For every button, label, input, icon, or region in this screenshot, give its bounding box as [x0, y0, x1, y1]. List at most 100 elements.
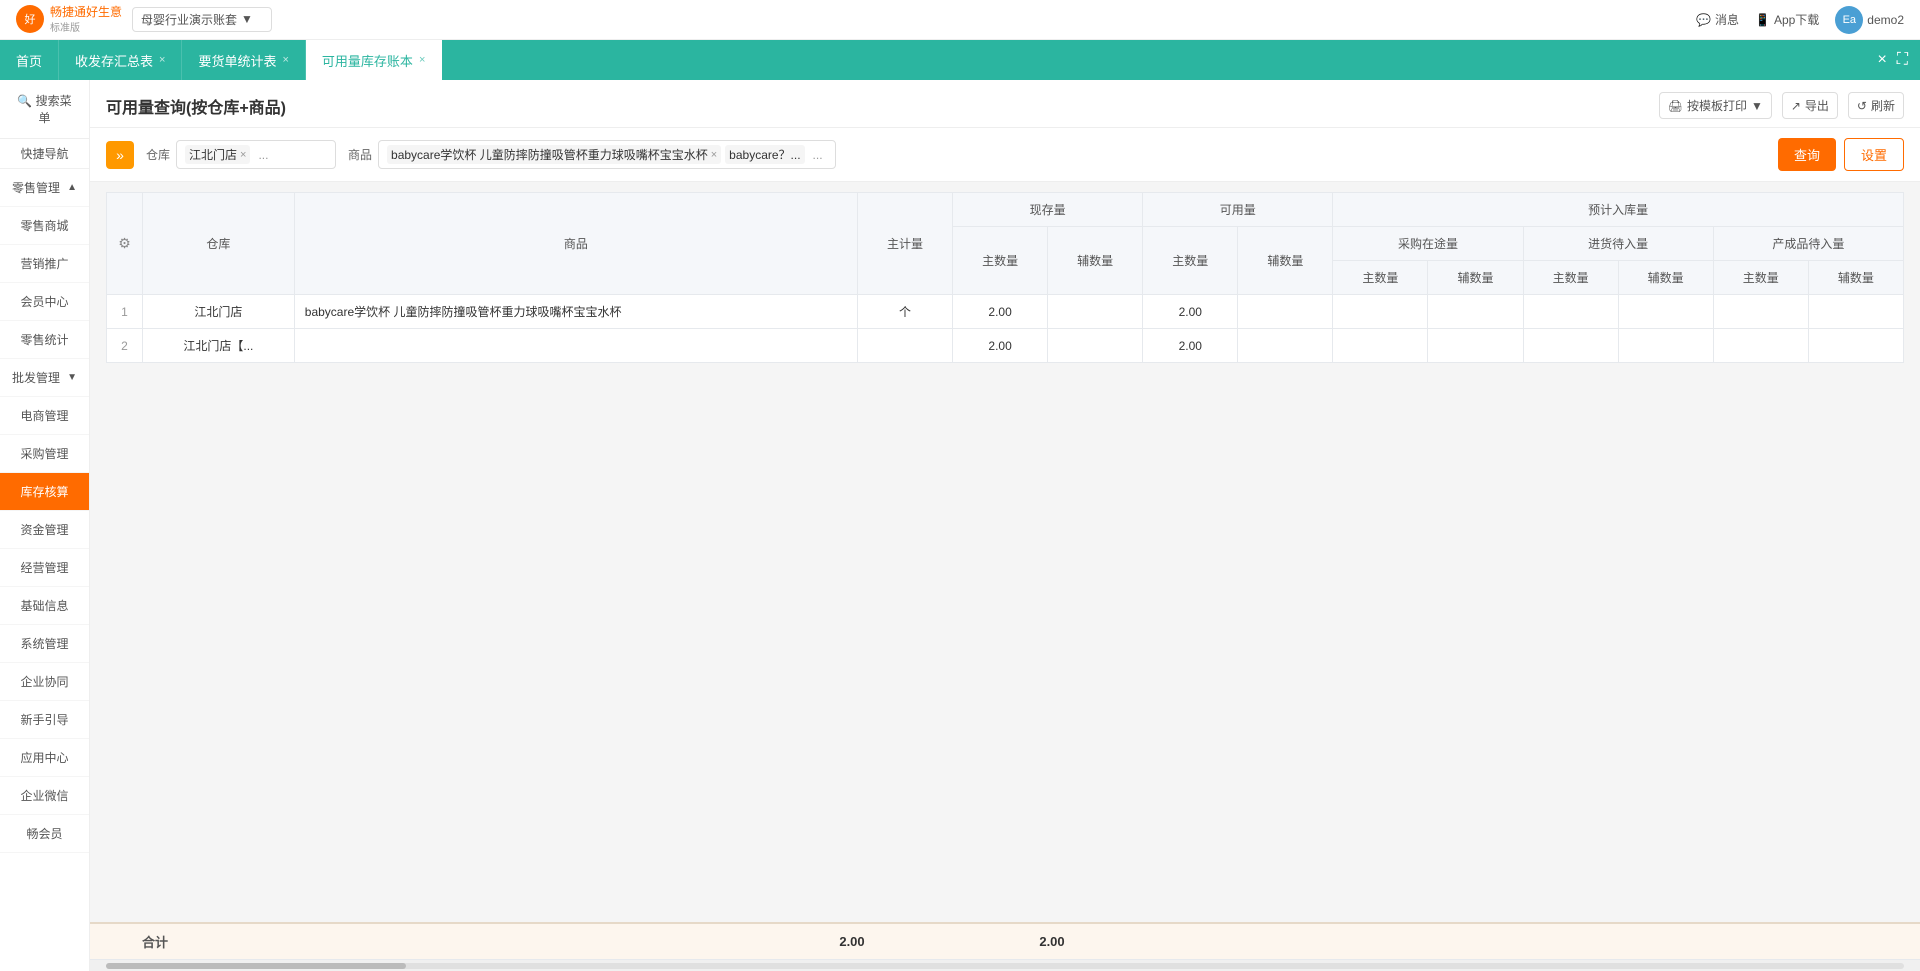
sidebar-item-lingxiao[interactable]: 零售管理 ▲	[0, 169, 89, 207]
search-menu-button[interactable]: 🔍 搜索菜单	[8, 88, 81, 130]
tab-kuyun-label: 可用量库存账本	[322, 51, 413, 70]
message-button[interactable]: 💬 消息	[1696, 11, 1739, 28]
col-unit-header: 主计量	[857, 193, 952, 295]
refresh-icon: ↺	[1857, 99, 1867, 113]
sidebar-item-basic[interactable]: 基础信息	[0, 587, 89, 625]
export-button[interactable]: ↗ 导出	[1782, 92, 1838, 119]
sidebar-item-marketing[interactable]: 营销推广	[0, 245, 89, 283]
warehouse-tag: 江北门店 ×	[185, 145, 250, 164]
sidebar-item-appstore[interactable]: 应用中心	[0, 739, 89, 777]
home-tab-label: 首页	[16, 51, 42, 70]
tab-shofazun[interactable]: 收发存汇总表 ×	[59, 40, 182, 80]
print-icon: 🖨	[1668, 99, 1683, 113]
settings-button[interactable]: 设置	[1844, 138, 1904, 171]
refresh-button[interactable]: ↺ 刷新	[1848, 92, 1904, 119]
quick-nav-button[interactable]: 快捷导航	[0, 139, 89, 169]
sidebar-retail-stats-label: 零售统计	[20, 331, 68, 348]
col-product-header: 商品	[294, 193, 857, 295]
product-filter-label: 商品	[348, 146, 372, 163]
sidebar-item-mall[interactable]: 零售商城	[0, 207, 89, 245]
sidebar-item-inventory[interactable]: 库存核算	[0, 473, 89, 511]
message-icon: 💬	[1696, 13, 1711, 27]
row-num: 1	[107, 295, 143, 329]
sidebar-item-corpwechat[interactable]: 企业微信	[0, 777, 89, 815]
row-avail-aux	[1238, 329, 1333, 363]
sidebar-item-enterprise[interactable]: 企业协同	[0, 663, 89, 701]
print-button[interactable]: 🖨 按模板打印 ▼	[1659, 92, 1772, 119]
table-body: 1 江北门店 babycare学饮杯 儿童防摔防撞吸管杯重力球吸嘴杯宝宝水杯 个…	[107, 295, 1904, 363]
user-area[interactable]: Ea demo2	[1835, 6, 1904, 34]
download-label: App下载	[1774, 11, 1819, 28]
print-chevron: ▼	[1751, 99, 1763, 113]
footer-product-spacer	[302, 934, 722, 949]
footer-avail-aux	[1102, 934, 1202, 949]
sidebar-item-wholesale[interactable]: 批发管理 ▼	[0, 359, 89, 397]
col-stock-aux-header: 辅数量	[1048, 227, 1143, 295]
row-prod-aux	[1808, 329, 1903, 363]
footer-avail-main: 2.00	[1002, 934, 1102, 949]
footer-stock-main: 2.00	[802, 934, 902, 949]
sidebar-item-finance[interactable]: 资金管理	[0, 511, 89, 549]
sidebar-item-newbie[interactable]: 新手引导	[0, 701, 89, 739]
table-row: 1 江北门店 babycare学饮杯 儿童防摔防撞吸管杯重力球吸嘴杯宝宝水杯 个…	[107, 295, 1904, 329]
row-stock-aux	[1048, 295, 1143, 329]
fullscreen-button[interactable]: ⛶	[1897, 51, 1908, 69]
col-incoming-group-header: 预计入库量	[1333, 193, 1904, 227]
sidebar-purchase-label: 采购管理	[20, 445, 68, 462]
col-stock-main-header: 主数量	[953, 227, 1048, 295]
sidebar-item-purchase[interactable]: 采购管理	[0, 435, 89, 473]
sidebar-ecom-label: 电商管理	[20, 407, 68, 424]
col-prod-aux-header: 辅数量	[1808, 261, 1903, 295]
sidebar-item-member[interactable]: 会员中心	[0, 283, 89, 321]
tab-shofazun-close[interactable]: ×	[159, 54, 165, 66]
refresh-label: 刷新	[1871, 97, 1895, 114]
product-more-dots: ...	[813, 148, 823, 162]
gear-icon[interactable]: ⚙	[118, 235, 131, 251]
toggle-icon: »	[116, 147, 124, 163]
scrollbar-track[interactable]	[106, 963, 1904, 969]
sidebar-mall-label: 零售商城	[20, 217, 68, 234]
sidebar-system-label: 系统管理	[20, 635, 68, 652]
tab-yaohuo[interactable]: 要货单统计表 ×	[182, 40, 305, 80]
warehouse-filter-input[interactable]: 江北门店 × ...	[176, 140, 336, 169]
filter-toggle-button[interactable]: »	[106, 141, 134, 169]
filter-product-group: 商品 babycare学饮杯 儿童防摔防撞吸管杯重力球吸嘴杯宝宝水杯 × bab…	[348, 140, 836, 169]
sidebar-item-ecom[interactable]: 电商管理	[0, 397, 89, 435]
col-inbound-subgroup-header: 进货待入量	[1523, 227, 1713, 261]
tab-yaohuo-close[interactable]: ×	[282, 54, 288, 66]
col-warehouse-header: 仓库	[143, 193, 295, 295]
row-purchase-main	[1333, 295, 1428, 329]
row-stock-main: 2.00	[953, 329, 1048, 363]
tab-kuyun-close[interactable]: ×	[419, 54, 425, 66]
scrollbar-thumb[interactable]	[106, 963, 406, 969]
page-title: 可用量查询(按仓库+商品)	[106, 94, 286, 118]
sidebar-item-retail-stats[interactable]: 零售统计	[0, 321, 89, 359]
tab-home[interactable]: 首页	[0, 40, 59, 80]
col-avail-main-header: 主数量	[1143, 227, 1238, 295]
product-tag1: babycare学饮杯 儿童防摔防撞吸管杯重力球吸嘴杯宝宝水杯 ×	[387, 145, 721, 164]
col-purchase-main-header: 主数量	[1333, 261, 1428, 295]
sidebar-basic-label: 基础信息	[20, 597, 68, 614]
app-download-button[interactable]: 📱 App下载	[1755, 11, 1819, 28]
sidebar-item-operations[interactable]: 经营管理	[0, 549, 89, 587]
tab-kuyun[interactable]: 可用量库存账本 ×	[306, 40, 442, 80]
col-purchase-subgroup-header: 采购在途量	[1333, 227, 1523, 261]
product-tag2-value: babycare？...	[729, 146, 800, 163]
sidebar-member-label: 会员中心	[20, 293, 68, 310]
product-tag1-remove[interactable]: ×	[711, 149, 717, 161]
industry-selector[interactable]: 母婴行业演示账套 ▼	[132, 7, 272, 32]
footer-cells: 2.00 2.00	[302, 934, 1904, 949]
sidebar-item-system[interactable]: 系统管理	[0, 625, 89, 663]
scrollbar-area	[90, 959, 1920, 971]
product-tag1-value: babycare学饮杯 儿童防摔防撞吸管杯重力球吸嘴杯宝宝水杯	[391, 146, 708, 163]
product-filter-input[interactable]: babycare学饮杯 儿童防摔防撞吸管杯重力球吸嘴杯宝宝水杯 × babyca…	[378, 140, 836, 169]
row-warehouse: 江北门店【...	[143, 329, 295, 363]
sidebar-finance-label: 资金管理	[20, 521, 68, 538]
sidebar-item-changhui[interactable]: 畅会员	[0, 815, 89, 853]
query-button[interactable]: 查询	[1778, 138, 1836, 171]
warehouse-tag-remove[interactable]: ×	[240, 149, 246, 161]
col-settings-header[interactable]: ⚙	[107, 193, 143, 295]
sidebar-newbie-label: 新手引导	[20, 711, 68, 728]
close-all-button[interactable]: ×	[1877, 51, 1886, 69]
warehouse-more-dots: ...	[258, 148, 268, 162]
